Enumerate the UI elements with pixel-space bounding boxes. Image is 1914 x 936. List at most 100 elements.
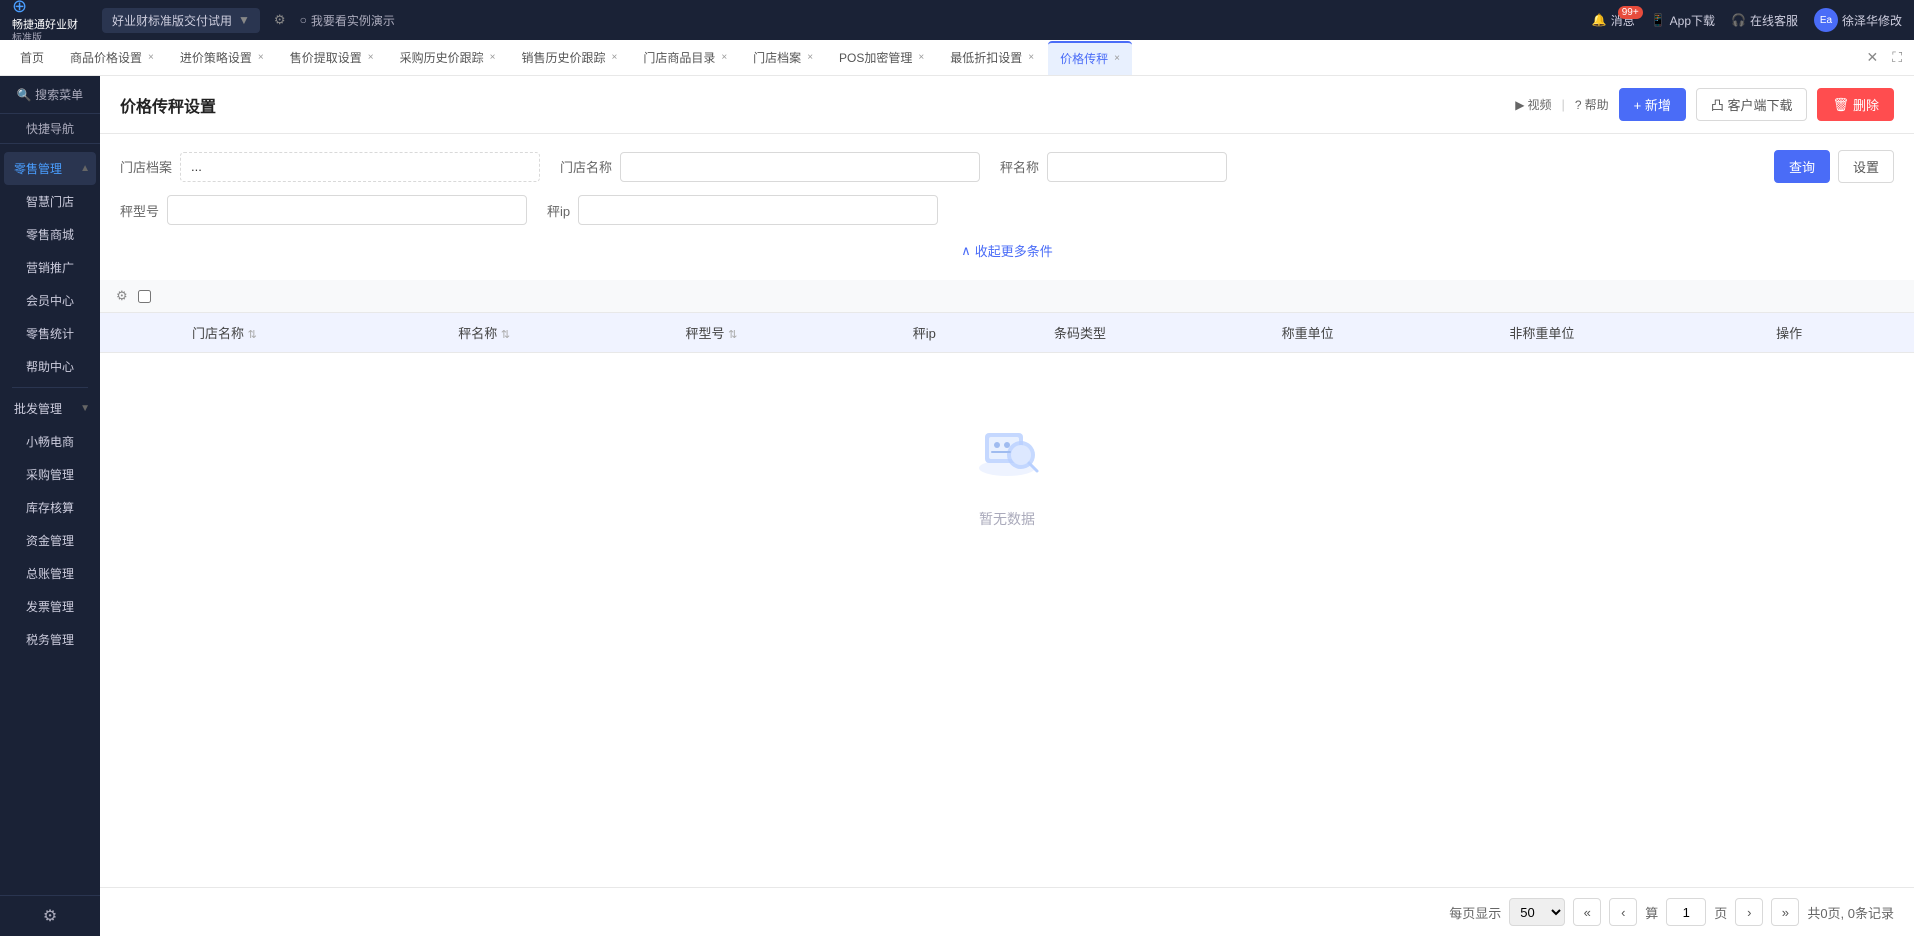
settings-icon[interactable]: ⚙ — [270, 8, 290, 32]
version-label: 好业财标准版交付试用 — [112, 12, 232, 29]
close-icon[interactable]: × — [148, 52, 154, 63]
sidebar-item-wholesale[interactable]: 批发管理 ▼ — [4, 392, 96, 425]
store-archive-input[interactable] — [180, 152, 540, 182]
th-store-name[interactable]: 门店名称 — [180, 313, 446, 353]
page-input[interactable] — [1666, 898, 1706, 926]
last-page-button[interactable]: » — [1771, 898, 1799, 926]
scale-name-item: 秤名称 — [1000, 152, 1227, 182]
chevron-down-icon: ▼ — [80, 403, 90, 414]
demo-icon: ○ — [300, 13, 307, 27]
user-name: 徐泽华修改 — [1842, 12, 1902, 29]
tab-price-scale[interactable]: 价格传秤 × — [1048, 41, 1132, 75]
delete-button[interactable]: 🗑 删除 — [1817, 88, 1894, 121]
maximize-button[interactable]: ⛶ — [1888, 45, 1906, 70]
close-icon[interactable]: × — [807, 52, 813, 63]
download-button[interactable]: 凸 客户端下载 — [1696, 88, 1808, 121]
scale-ip-item: 秤ip — [547, 195, 938, 225]
column-settings-icon[interactable]: ⚙ — [116, 288, 128, 304]
select-all-checkbox[interactable] — [138, 290, 151, 303]
th-barcode-type: 条码类型 — [1042, 313, 1270, 353]
table-section: ⚙ 门店名称 秤名称 — [100, 280, 1914, 887]
page-label: 算 — [1645, 903, 1658, 922]
close-tab-button[interactable]: ✕ — [1862, 45, 1882, 70]
messages-button[interactable]: 🔔 消息 99+ — [1592, 12, 1635, 29]
video-link[interactable]: ▶ 视频 — [1515, 96, 1551, 113]
close-icon[interactable]: × — [918, 52, 924, 63]
add-button[interactable]: + 新增 — [1619, 88, 1686, 121]
th-scale-name[interactable]: 秤名称 — [446, 313, 673, 353]
close-icon[interactable]: × — [1028, 52, 1034, 63]
user-menu[interactable]: Ea 徐泽华修改 — [1814, 8, 1902, 32]
tab-pos-encrypt[interactable]: POS加密管理 × — [827, 41, 936, 75]
sidebar-item-tax[interactable]: 税务管理 — [4, 623, 96, 656]
tab-bar-actions: ✕ ⛶ — [1862, 45, 1906, 70]
total-info: 共0页, 0条记录 — [1807, 903, 1894, 922]
close-icon[interactable]: × — [611, 52, 617, 63]
tab-bar: 首页 商品价格设置 × 进价策略设置 × 售价提取设置 × 采购历史价跟踪 × … — [0, 40, 1914, 76]
close-icon[interactable]: × — [258, 52, 264, 63]
tab-store-catalog[interactable]: 门店商品目录 × — [631, 41, 739, 75]
per-page-select[interactable]: 50 20 100 — [1509, 898, 1565, 926]
query-button[interactable]: 查询 — [1774, 150, 1830, 183]
sidebar-nav[interactable]: 快捷导航 — [0, 114, 100, 144]
table-container: 门店名称 秤名称 秤型号 秤ip — [100, 313, 1914, 887]
first-page-button[interactable]: « — [1573, 898, 1601, 926]
next-icon: › — [1747, 905, 1751, 920]
tab-home[interactable]: 首页 — [8, 41, 56, 75]
sidebar-item-ecommerce[interactable]: 小畅电商 — [4, 425, 96, 458]
sidebar-search[interactable]: 🔍 搜索菜单 — [0, 76, 100, 114]
app-download-button[interactable]: 📱 App下载 — [1651, 12, 1715, 29]
sidebar-item-general-ledger[interactable]: 总账管理 — [4, 557, 96, 590]
form-row-2: 秤型号 秤ip — [120, 195, 1894, 225]
store-name-input[interactable] — [620, 152, 980, 182]
close-icon[interactable]: × — [368, 52, 374, 63]
demo-link[interactable]: ○ 我要看实例演示 — [300, 12, 395, 29]
form-row-1: 门店档案 门店名称 秤名称 查询 设置 — [120, 150, 1894, 183]
messages-badge: 99+ — [1618, 6, 1643, 19]
tab-store-archive[interactable]: 门店档案 × — [741, 41, 825, 75]
video-icon: ▶ — [1515, 98, 1524, 112]
tab-sales-history[interactable]: 销售历史价跟踪 × — [509, 41, 629, 75]
tab-min-discount[interactable]: 最低折扣设置 × — [938, 41, 1046, 75]
th-scale-model[interactable]: 秤型号 — [673, 313, 900, 353]
settings-btn[interactable]: 设置 — [1838, 150, 1894, 183]
sidebar-item-purchase[interactable]: 采购管理 — [4, 458, 96, 491]
collapse-button[interactable]: ∧ 收起更多条件 — [120, 237, 1894, 264]
th-action: 操作 — [1764, 313, 1914, 353]
store-name-label: 门店名称 — [560, 157, 612, 176]
sidebar-item-smart-store[interactable]: 智慧门店 — [4, 185, 96, 218]
content-area: 价格传秤设置 ▶ 视频 | ? 帮助 + 新增 凸 客户端下载 🗑 删除 — [100, 76, 1914, 936]
sidebar-item-marketing[interactable]: 营销推广 — [4, 251, 96, 284]
scale-name-input[interactable] — [1047, 152, 1227, 182]
next-page-button[interactable]: › — [1735, 898, 1763, 926]
sidebar-item-finance[interactable]: 资金管理 — [4, 524, 96, 557]
sidebar-item-help[interactable]: 帮助中心 — [4, 350, 96, 383]
sidebar-item-invoice[interactable]: 发票管理 — [4, 590, 96, 623]
sidebar-section: 零售管理 ▲ 智慧门店 零售商城 营销推广 会员中心 零售统计 帮助中心 — [0, 144, 100, 664]
prev-page-button[interactable]: ‹ — [1609, 898, 1637, 926]
sidebar-item-member[interactable]: 会员中心 — [4, 284, 96, 317]
th-settings — [100, 313, 140, 353]
close-icon[interactable]: × — [1114, 53, 1120, 64]
sidebar-item-retail[interactable]: 零售管理 ▲ — [4, 152, 96, 185]
gear-icon[interactable]: ⚙ — [43, 906, 57, 926]
headset-icon: 🎧 — [1731, 13, 1746, 27]
scale-ip-input[interactable] — [578, 195, 938, 225]
tab-purchase-strategy[interactable]: 进价策略设置 × — [168, 41, 276, 75]
separator: | — [1562, 97, 1565, 112]
scale-model-input[interactable] — [167, 195, 527, 225]
tab-product-price[interactable]: 商品价格设置 × — [58, 41, 166, 75]
online-service-button[interactable]: 🎧 在线客服 — [1731, 12, 1798, 29]
tab-purchase-history[interactable]: 采购历史价跟踪 × — [388, 41, 508, 75]
sidebar-item-inventory[interactable]: 库存核算 — [4, 491, 96, 524]
sidebar-item-retail-stats[interactable]: 零售统计 — [4, 317, 96, 350]
close-icon[interactable]: × — [721, 52, 727, 63]
app-logo: ⊕ 畅捷通好业财 标准版 — [12, 0, 92, 45]
download-icon: 📱 — [1651, 13, 1666, 27]
sidebar-item-retail-mall[interactable]: 零售商城 — [4, 218, 96, 251]
close-icon[interactable]: × — [490, 52, 496, 63]
version-selector[interactable]: 好业财标准版交付试用 ▼ — [102, 8, 260, 33]
tab-sale-price[interactable]: 售价提取设置 × — [278, 41, 386, 75]
help-link[interactable]: ? 帮助 — [1575, 96, 1609, 113]
table-header-row: 门店名称 秤名称 秤型号 秤ip — [100, 313, 1914, 353]
